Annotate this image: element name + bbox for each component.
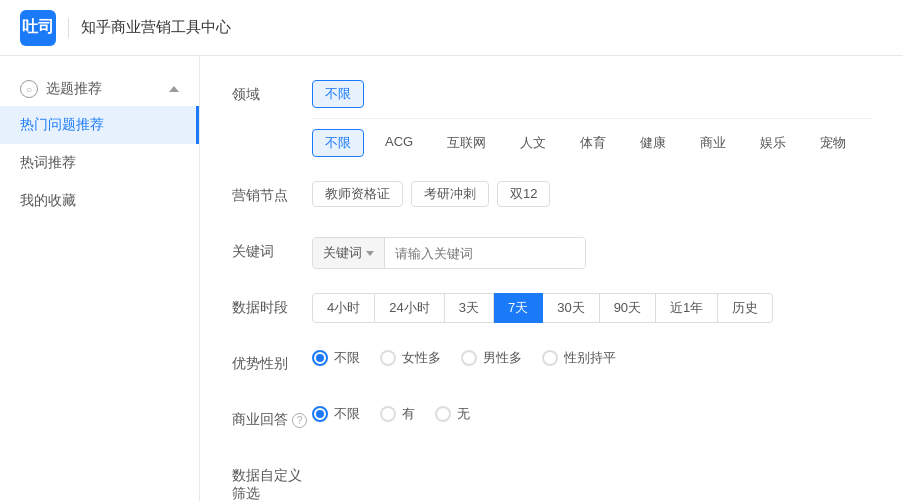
sidebar-item-hot-words[interactable]: 热词推荐 [0, 144, 199, 182]
domain-selected-tag[interactable]: 不限 [312, 80, 364, 108]
layout: ○ 选题推荐 热门问题推荐 热词推荐 我的收藏 领域 不限 不限 A [0, 56, 903, 501]
period-btn-history[interactable]: 历史 [718, 293, 773, 323]
dropdown-arrow-icon [366, 251, 374, 256]
sidebar-item-my-favorites[interactable]: 我的收藏 [0, 182, 199, 220]
commercial-reply-row: 商业回答 ? 不限 有 [232, 405, 871, 437]
marketing-node-label: 营销节点 [232, 181, 312, 205]
commercial-label-unlimited: 不限 [334, 405, 360, 423]
data-period-content: 4小时 24小时 3天 7天 30天 90天 近1年 历史 [312, 293, 871, 323]
domain-option-6[interactable]: 商业 [687, 129, 739, 157]
gender-advantage-row: 优势性别 不限 女性多 男性多 [232, 349, 871, 381]
domain-option-0[interactable]: 不限 [312, 129, 364, 157]
sidebar-item-hot-questions[interactable]: 热门问题推荐 [0, 106, 199, 144]
commercial-reply-label-container: 商业回答 ? [232, 405, 312, 429]
domain-row: 领域 不限 不限 ACG 互联网 人文 体育 健康 商业 娱乐 宠物 [232, 80, 871, 157]
commercial-label-yes: 有 [402, 405, 415, 423]
gender-label-male: 男性多 [483, 349, 522, 367]
keyword-label: 关键词 [232, 237, 312, 261]
domain-option-3[interactable]: 人文 [507, 129, 559, 157]
header: 吐司 知乎商业营销工具中心 [0, 0, 903, 56]
period-btn-7d[interactable]: 7天 [494, 293, 543, 323]
gender-label-female: 女性多 [402, 349, 441, 367]
clock-icon: ○ [20, 80, 38, 98]
sidebar-section-header[interactable]: ○ 选题推荐 [0, 72, 199, 106]
commercial-option-unlimited[interactable]: 不限 [312, 405, 360, 423]
radio-circle-unlimited [312, 350, 328, 366]
gender-option-male[interactable]: 男性多 [461, 349, 522, 367]
period-btn-90d[interactable]: 90天 [600, 293, 656, 323]
period-btn-4h[interactable]: 4小时 [312, 293, 375, 323]
chevron-up-icon [169, 86, 179, 92]
node-tag-2[interactable]: 双12 [497, 181, 550, 207]
radio-circle-neutral [542, 350, 558, 366]
domain-option-5[interactable]: 健康 [627, 129, 679, 157]
radio-circle-c-unlimited [312, 406, 328, 422]
domain-option-7[interactable]: 娱乐 [747, 129, 799, 157]
sidebar: ○ 选题推荐 热门问题推荐 热词推荐 我的收藏 [0, 56, 200, 501]
domain-option-2[interactable]: 互联网 [434, 129, 499, 157]
radio-dot-unlimited [316, 354, 324, 362]
data-period-row: 数据时段 4小时 24小时 3天 7天 30天 90天 近1年 历史 [232, 293, 871, 325]
commercial-reply-label: 商业回答 [232, 411, 288, 429]
marketing-node-tags: 教师资格证 考研冲刺 双12 [312, 181, 871, 207]
period-btn-30d[interactable]: 30天 [543, 293, 599, 323]
commercial-label-no: 无 [457, 405, 470, 423]
domain-option-1[interactable]: ACG [372, 129, 426, 157]
logo: 吐司 [20, 10, 56, 46]
data-period-label: 数据时段 [232, 293, 312, 317]
period-button-group: 4小时 24小时 3天 7天 30天 90天 近1年 历史 [312, 293, 773, 323]
radio-dot-c-unlimited [316, 410, 324, 418]
commercial-radio-group: 不限 有 无 [312, 405, 470, 423]
node-tag-0[interactable]: 教师资格证 [312, 181, 403, 207]
period-btn-24h[interactable]: 24小时 [375, 293, 444, 323]
commercial-reply-help-icon[interactable]: ? [292, 413, 307, 428]
gender-label-neutral: 性别持平 [564, 349, 616, 367]
custom-filter-label: 数据自定义筛选 [232, 461, 312, 501]
gender-advantage-label: 优势性别 [232, 349, 312, 373]
node-tag-1[interactable]: 考研冲刺 [411, 181, 489, 207]
commercial-option-no[interactable]: 无 [435, 405, 470, 423]
sidebar-section-label: 选题推荐 [46, 80, 102, 98]
domain-option-8[interactable]: 宠物 [807, 129, 859, 157]
gender-option-unlimited[interactable]: 不限 [312, 349, 360, 367]
keyword-dropdown[interactable]: 关键词 [313, 238, 385, 268]
commercial-reply-content: 不限 有 无 [312, 405, 871, 423]
radio-circle-c-yes [380, 406, 396, 422]
period-btn-1y[interactable]: 近1年 [656, 293, 718, 323]
keyword-dropdown-label: 关键词 [323, 244, 362, 262]
keyword-row: 关键词 关键词 [232, 237, 871, 269]
radio-circle-c-no [435, 406, 451, 422]
domain-options: 不限 ACG 互联网 人文 体育 健康 商业 娱乐 宠物 [312, 118, 871, 157]
keyword-input[interactable] [385, 238, 585, 268]
radio-circle-male [461, 350, 477, 366]
gender-radio-group: 不限 女性多 男性多 性别持平 [312, 349, 616, 367]
logo-text: 吐司 [22, 17, 54, 38]
gender-option-neutral[interactable]: 性别持平 [542, 349, 616, 367]
custom-filter-row: 数据自定义筛选 [232, 461, 871, 501]
gender-label-unlimited: 不限 [334, 349, 360, 367]
period-btn-3d[interactable]: 3天 [445, 293, 494, 323]
gender-advantage-content: 不限 女性多 男性多 性别持平 [312, 349, 871, 367]
domain-label: 领域 [232, 80, 312, 104]
marketing-node-row: 营销节点 教师资格证 考研冲刺 双12 [232, 181, 871, 213]
domain-option-4[interactable]: 体育 [567, 129, 619, 157]
header-title: 知乎商业营销工具中心 [81, 18, 231, 37]
keyword-content: 关键词 [312, 237, 871, 269]
gender-option-female[interactable]: 女性多 [380, 349, 441, 367]
radio-circle-female [380, 350, 396, 366]
main-content: 领域 不限 不限 ACG 互联网 人文 体育 健康 商业 娱乐 宠物 [200, 56, 903, 501]
keyword-select[interactable]: 关键词 [312, 237, 586, 269]
commercial-option-yes[interactable]: 有 [380, 405, 415, 423]
header-divider [68, 18, 69, 38]
